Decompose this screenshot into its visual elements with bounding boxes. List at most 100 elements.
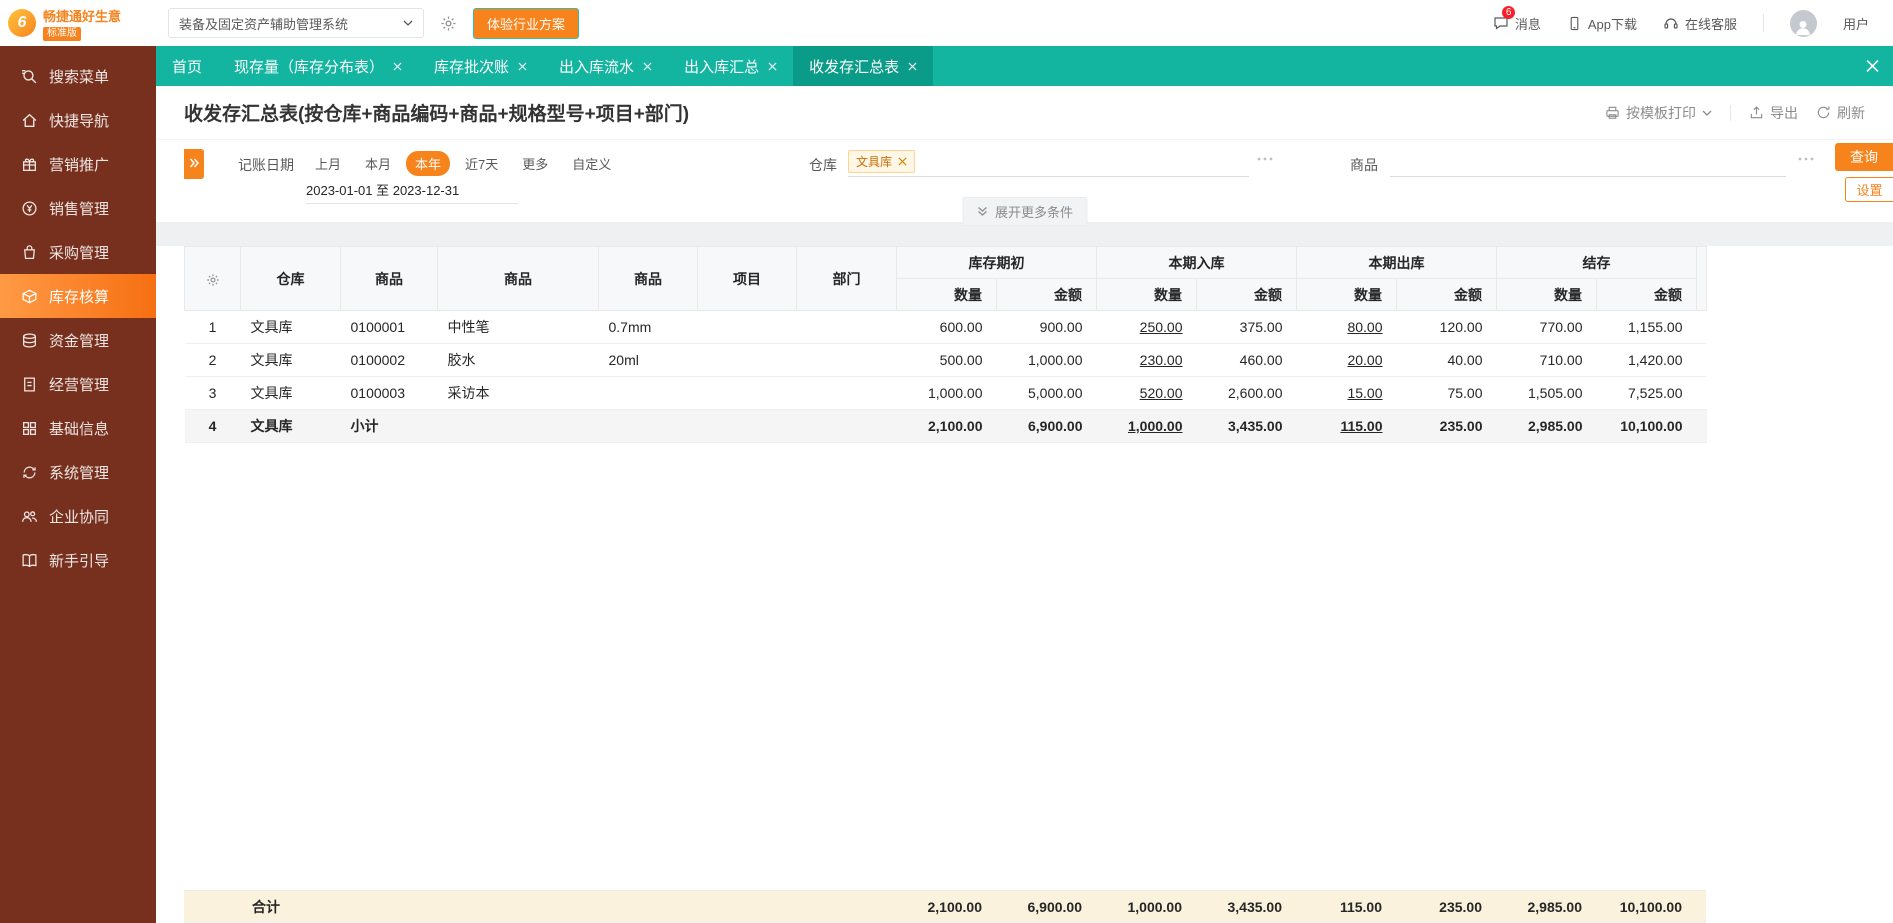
tab-label: 现存量（库存分布表） [234, 58, 385, 76]
online-service-label: 在线客服 [1684, 16, 1737, 32]
sidebar-item-people[interactable]: 企业协同 [0, 494, 156, 538]
page-title: 收发存汇总表(按仓库+商品编码+商品+规格型号+项目+部门) [184, 104, 690, 125]
sidebar-item-coin[interactable]: 销售管理 [0, 186, 156, 230]
bag-icon [20, 243, 38, 261]
left-column: 6 畅捷通好生意 标准版 搜索菜单快捷导航营销推广 销售管理采购管理库存核算资金管… [0, 0, 156, 923]
product-more-button[interactable] [1797, 156, 1815, 162]
messages-label: 消息 [1514, 16, 1541, 32]
date-option-5[interactable]: 自定义 [563, 151, 620, 176]
tab-list: 首页 现存量（库存分布表） 库存批次账 出入库流水 出入库汇总 收发存汇总表 [156, 46, 934, 86]
drilldown-link[interactable]: 1,000.00 [1128, 418, 1183, 434]
user-label[interactable]: 用户 [1843, 14, 1869, 33]
system-select[interactable]: 装备及固定资产辅助管理系统 [168, 8, 424, 38]
tab-2[interactable]: 库存批次账 [418, 46, 543, 86]
messages-badge: 6 [1501, 5, 1516, 19]
sidebar-item-label: 快捷导航 [49, 112, 110, 130]
printer-icon [1605, 105, 1620, 120]
tab-0[interactable]: 首页 [156, 46, 218, 86]
tab-label: 收发存汇总表 [809, 58, 900, 76]
collapse-filter-button[interactable] [184, 149, 204, 179]
date-option-2[interactable]: 本年 [406, 151, 451, 176]
filler-column [1696, 246, 1707, 311]
sidebar-item-bag[interactable]: 采购管理 [0, 230, 156, 274]
app-logo: 6 畅捷通好生意 标准版 [0, 0, 156, 46]
tab-close-icon[interactable] [393, 61, 402, 71]
sidebar-item-grid[interactable]: 基础信息 [0, 406, 156, 450]
sidebar-item-book[interactable]: 新手引导 [0, 538, 156, 582]
col-header-product-code: 商品 [340, 246, 438, 311]
drilldown-link[interactable]: 80.00 [1347, 319, 1382, 335]
sidebar-item-label: 新手引导 [49, 552, 110, 570]
query-button[interactable]: 查询 [1835, 143, 1893, 171]
refresh-button[interactable]: 刷新 [1816, 103, 1865, 123]
sidebar-item-box[interactable]: 库存核算 [0, 274, 156, 318]
date-option-1[interactable]: 本月 [356, 151, 400, 176]
tab-close-icon[interactable] [908, 61, 917, 71]
refresh-icon [1816, 105, 1831, 120]
edition-badge: 标准版 [43, 26, 81, 41]
tab-close-icon[interactable] [643, 61, 652, 71]
drilldown-link[interactable]: 520.00 [1140, 385, 1183, 401]
sidebar-item-home[interactable]: 快捷导航 [0, 98, 156, 142]
tag-close-icon[interactable] [898, 157, 907, 166]
sidebar-item-gift[interactable]: 营销推广 [0, 142, 156, 186]
expand-more-conditions-button[interactable]: 展开更多条件 [961, 197, 1088, 226]
drilldown-link[interactable]: 15.00 [1347, 385, 1382, 401]
sidebar-item-doc[interactable]: 经营管理 [0, 362, 156, 406]
total-label: 合计 [240, 890, 340, 923]
avatar[interactable] [1789, 9, 1817, 37]
tab-close-icon[interactable] [518, 61, 527, 71]
date-range-value[interactable]: 2023-01-01 至 2023-12-31 [306, 180, 518, 204]
tab-label: 出入库流水 [559, 58, 635, 76]
date-option-4[interactable]: 更多 [513, 151, 557, 176]
topbar-right: 6 消息 App下载 在线客服 用户 [1493, 5, 1869, 37]
messages-button[interactable]: 6 消息 [1493, 5, 1541, 33]
sidebar-item-search[interactable]: 搜索菜单 [0, 54, 156, 98]
export-button[interactable]: 导出 [1749, 103, 1798, 123]
tab-close-icon[interactable] [768, 61, 777, 71]
tab-1[interactable]: 现存量（库存分布表） [218, 46, 418, 86]
trial-solution-button[interactable]: 体验行业方案 [473, 7, 580, 39]
table-row: 2 文具库 0100002 胶水 20ml 500.00 1,000.00 230.00 460… [184, 343, 1707, 377]
report-table: 仓库 商品 商品 商品 项目 部门 库存期初 本期入库 本期出库 结存 数量 金… [184, 246, 1707, 443]
date-option-3[interactable]: 近7天 [456, 151, 507, 176]
tab-3[interactable]: 出入库流水 [543, 46, 668, 86]
total-end-qty: 2,985.00 [1496, 890, 1596, 923]
product-field[interactable] [1390, 147, 1786, 177]
date-option-0[interactable]: 上月 [306, 151, 350, 176]
app-download-button[interactable]: App下载 [1567, 14, 1637, 33]
column-settings-icon[interactable] [206, 273, 220, 287]
sidebar-item-label: 库存核算 [49, 288, 110, 306]
tab-5[interactable]: 收发存汇总表 [793, 46, 934, 86]
gift-icon [20, 155, 38, 173]
total-begin-qty: 2,100.00 [896, 890, 996, 923]
grid-icon [20, 419, 38, 437]
sidebar-item-sync[interactable]: 系统管理 [0, 450, 156, 494]
sidebar-item-label: 采购管理 [49, 244, 110, 262]
sub-header-qty: 数量 [1296, 278, 1397, 311]
close-all-tabs-icon[interactable] [1866, 60, 1879, 73]
drilldown-link[interactable]: 250.00 [1140, 319, 1183, 335]
app-root: 6 畅捷通好生意 标准版 搜索菜单快捷导航营销推广 销售管理采购管理库存核算资金管… [0, 0, 1893, 923]
tab-4[interactable]: 出入库汇总 [668, 46, 793, 86]
sidebar-item-funds[interactable]: 资金管理 [0, 318, 156, 362]
warehouse-tag: 文具库 [848, 150, 916, 173]
drilldown-link[interactable]: 115.00 [1340, 418, 1382, 434]
drilldown-link[interactable]: 20.00 [1347, 352, 1382, 368]
col-header-warehouse: 仓库 [240, 246, 341, 311]
chevrons-down-icon [976, 204, 988, 219]
sidebar-item-label: 资金管理 [49, 332, 110, 350]
tab-label: 首页 [172, 58, 203, 76]
drilldown-link[interactable]: 230.00 [1140, 352, 1183, 368]
sidebar-item-label: 系统管理 [49, 464, 110, 482]
print-by-template-button[interactable]: 按模板打印 [1605, 103, 1712, 123]
settings-button[interactable]: 设置 [1845, 177, 1893, 202]
doc-icon [20, 375, 38, 393]
warehouse-more-button[interactable] [1256, 156, 1274, 162]
online-service-button[interactable]: 在线客服 [1663, 14, 1737, 33]
warehouse-field[interactable]: 文具库 [848, 147, 1249, 177]
settings-gear-icon[interactable] [440, 15, 457, 32]
sidebar-item-label: 经营管理 [49, 376, 110, 394]
title-actions: 按模板打印 导出 刷新 [1605, 103, 1865, 123]
sub-header-amt: 金额 [1196, 278, 1297, 311]
